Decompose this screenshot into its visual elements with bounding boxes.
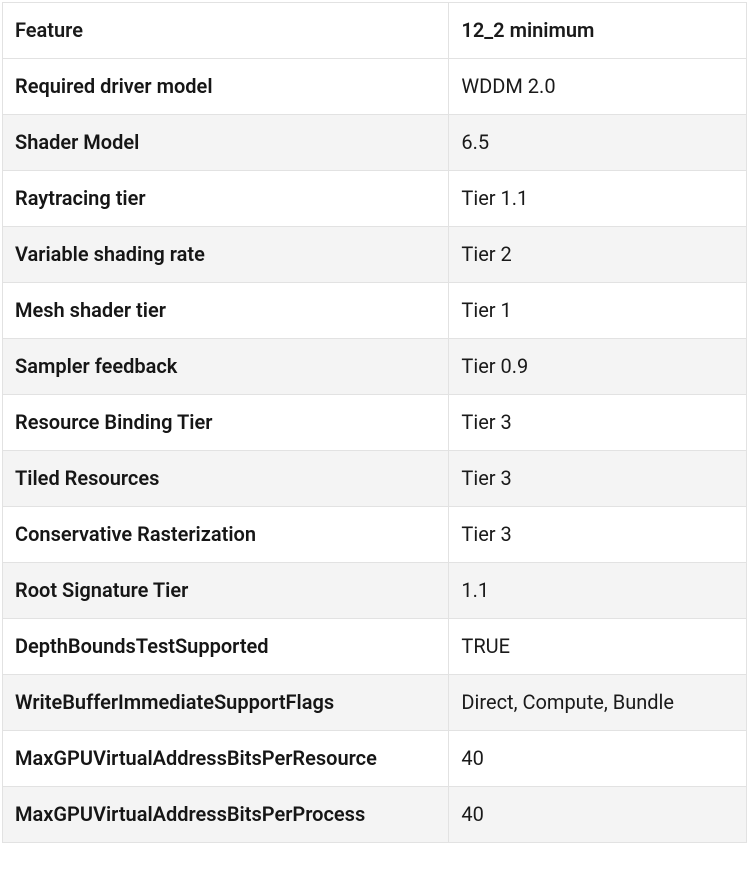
cell-feature: Variable shading rate <box>3 227 449 283</box>
cell-value: 40 <box>449 787 747 843</box>
cell-feature: Required driver model <box>3 59 449 115</box>
cell-value: Tier 3 <box>449 395 747 451</box>
table-row: Conservative RasterizationTier 3 <box>3 507 747 563</box>
cell-value: 1.1 <box>449 563 747 619</box>
table-row: MaxGPUVirtualAddressBitsPerProcess40 <box>3 787 747 843</box>
cell-feature: Conservative Rasterization <box>3 507 449 563</box>
table-row: Shader Model6.5 <box>3 115 747 171</box>
cell-value: WDDM 2.0 <box>449 59 747 115</box>
cell-value: 40 <box>449 731 747 787</box>
cell-feature: Resource Binding Tier <box>3 395 449 451</box>
cell-feature: MaxGPUVirtualAddressBitsPerProcess <box>3 787 449 843</box>
cell-value: Tier 3 <box>449 507 747 563</box>
table-row: Tiled ResourcesTier 3 <box>3 451 747 507</box>
cell-feature: Root Signature Tier <box>3 563 449 619</box>
col-header-feature: Feature <box>3 3 449 59</box>
table-row: DepthBoundsTestSupportedTRUE <box>3 619 747 675</box>
cell-value: 6.5 <box>449 115 747 171</box>
table-row: Mesh shader tierTier 1 <box>3 283 747 339</box>
cell-value: Tier 0.9 <box>449 339 747 395</box>
cell-value: TRUE <box>449 619 747 675</box>
cell-value: Tier 2 <box>449 227 747 283</box>
cell-feature: WriteBufferImmediateSupportFlags <box>3 675 449 731</box>
col-header-value: 12_2 minimum <box>449 3 747 59</box>
cell-value: Tier 1.1 <box>449 171 747 227</box>
table-row: Root Signature Tier1.1 <box>3 563 747 619</box>
table-row: MaxGPUVirtualAddressBitsPerResource40 <box>3 731 747 787</box>
table-row: Raytracing tierTier 1.1 <box>3 171 747 227</box>
table-row: Variable shading rateTier 2 <box>3 227 747 283</box>
cell-value: Tier 1 <box>449 283 747 339</box>
cell-value: Direct, Compute, Bundle <box>449 675 747 731</box>
table-row: WriteBufferImmediateSupportFlagsDirect, … <box>3 675 747 731</box>
cell-value: Tier 3 <box>449 451 747 507</box>
table-row: Required driver modelWDDM 2.0 <box>3 59 747 115</box>
table-body: Required driver modelWDDM 2.0Shader Mode… <box>3 59 747 843</box>
cell-feature: Raytracing tier <box>3 171 449 227</box>
feature-table: Feature 12_2 minimum Required driver mod… <box>2 2 747 843</box>
cell-feature: Sampler feedback <box>3 339 449 395</box>
cell-feature: MaxGPUVirtualAddressBitsPerResource <box>3 731 449 787</box>
cell-feature: Shader Model <box>3 115 449 171</box>
table-header-row: Feature 12_2 minimum <box>3 3 747 59</box>
table-row: Resource Binding TierTier 3 <box>3 395 747 451</box>
table-row: Sampler feedbackTier 0.9 <box>3 339 747 395</box>
cell-feature: Tiled Resources <box>3 451 449 507</box>
cell-feature: DepthBoundsTestSupported <box>3 619 449 675</box>
cell-feature: Mesh shader tier <box>3 283 449 339</box>
